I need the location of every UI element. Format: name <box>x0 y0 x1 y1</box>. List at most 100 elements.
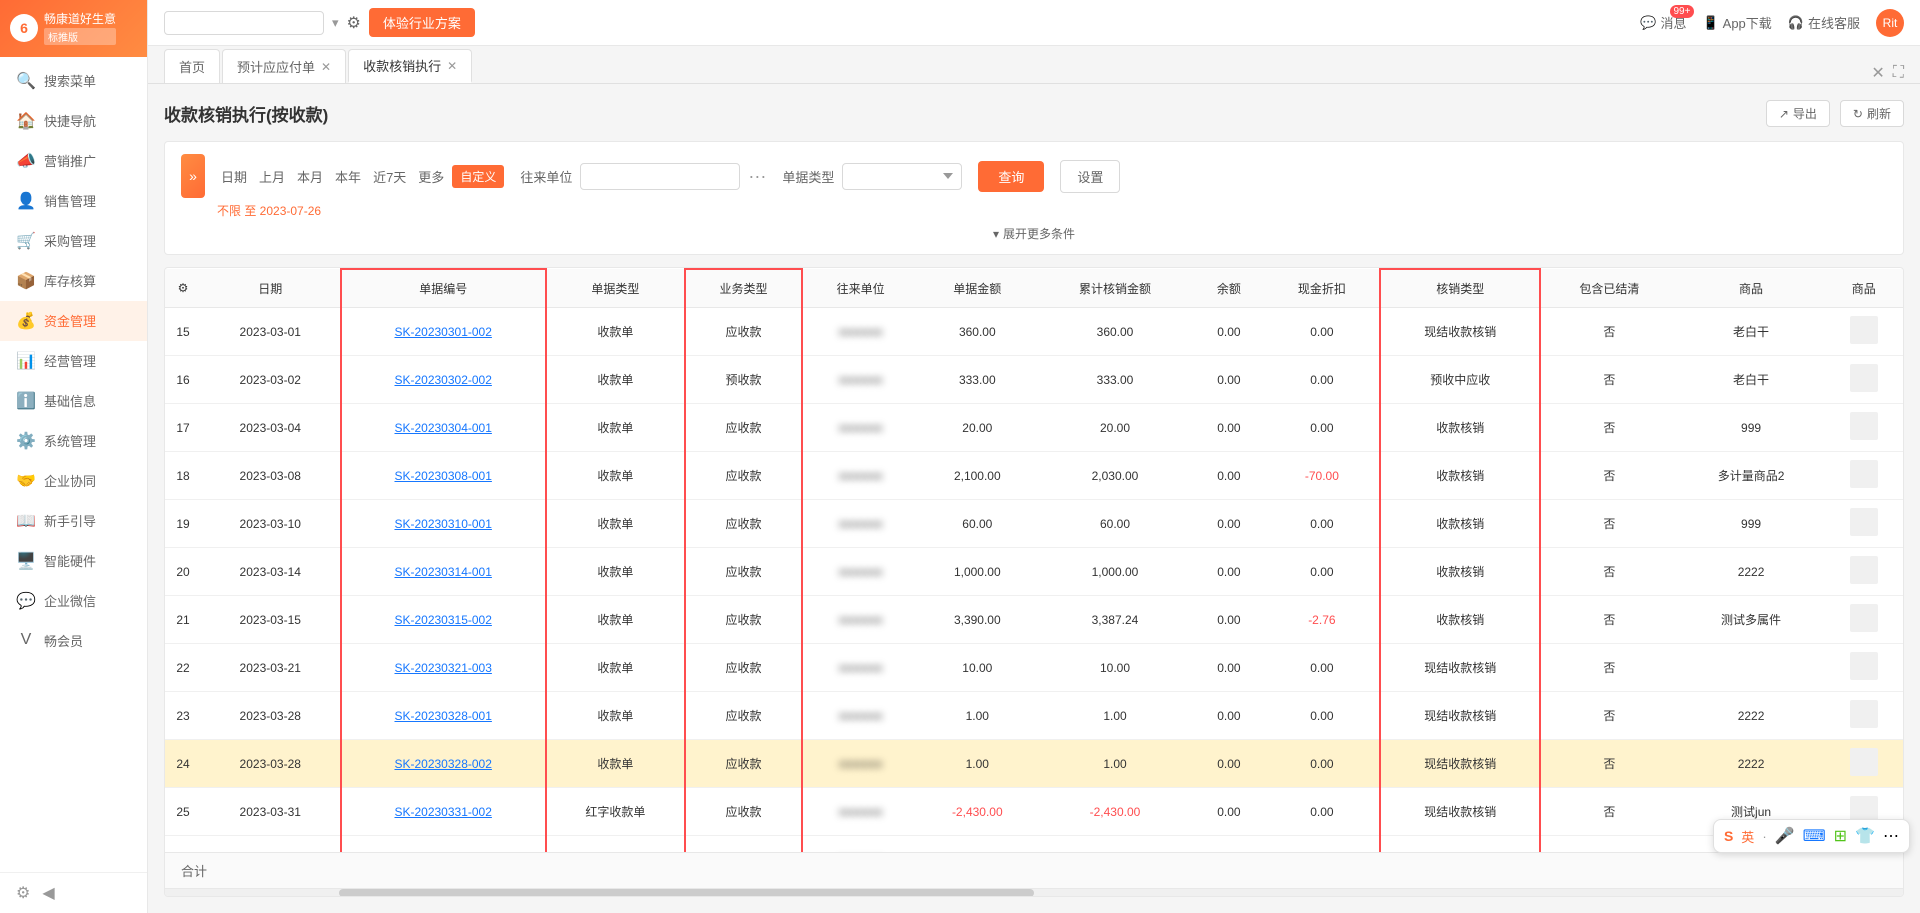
col-gear[interactable]: ⚙ <box>165 269 201 308</box>
topbar-search-input[interactable] <box>164 11 324 35</box>
tab-maximize-icon[interactable]: ⛶ <box>1893 64 1904 82</box>
doc-no-link[interactable]: SK-20230331-002 <box>394 805 491 819</box>
col-balance[interactable]: 余额 <box>1193 269 1264 308</box>
cell-doc-no[interactable]: SK-20230331-002 <box>341 788 546 836</box>
tab-pending[interactable]: 预计应应付单 ✕ <box>222 49 346 83</box>
ime-mic-icon[interactable]: 🎤 <box>1775 826 1795 846</box>
ime-bar: S 英 · 🎤 ⌨ ⊞ 👕 ⋯ <box>1713 819 1910 853</box>
doc-no-link[interactable]: SK-20230314-001 <box>394 565 491 579</box>
doc-no-link[interactable]: SK-20230328-002 <box>394 757 491 771</box>
date-btn-more[interactable]: 更多 <box>414 165 448 188</box>
sidebar-item-finance[interactable]: 💰资金管理 <box>0 301 147 341</box>
user-avatar[interactable]: Rit <box>1876 9 1904 37</box>
doc-no-link[interactable]: SK-20230301-002 <box>394 325 491 339</box>
refresh-button[interactable]: ↻ 刷新 <box>1840 100 1904 127</box>
cell-doc-no[interactable]: SK-20230310-001 <box>341 500 546 548</box>
ime-grid-icon[interactable]: ⊞ <box>1834 826 1847 846</box>
settings-icon[interactable]: ⚙ <box>16 883 30 903</box>
filter-expand-button[interactable]: » <box>181 154 205 198</box>
sidebar-item-quicknav[interactable]: 🏠快捷导航 <box>0 101 147 141</box>
table-wrap[interactable]: ⚙ 日期 单据编号 单据类型 业务类型 往来单位 单据金额 累计核销金额 余额 … <box>165 268 1903 852</box>
tab-receipt-close[interactable]: ✕ <box>447 59 457 73</box>
sidebar-item-purchase[interactable]: 🛒采购管理 <box>0 221 147 261</box>
cell-doc-no[interactable]: SK-20230314-001 <box>341 548 546 596</box>
sidebar-item-operations[interactable]: 📊经营管理 <box>0 341 147 381</box>
query-button[interactable]: 查询 <box>978 161 1044 192</box>
horizontal-scrollbar[interactable] <box>165 888 1903 896</box>
date-btn-custom[interactable]: 自定义 <box>452 165 504 188</box>
col-incl-settled[interactable]: 包含已结清 <box>1540 269 1677 308</box>
col-accum-cancel[interactable]: 累计核销金额 <box>1037 269 1194 308</box>
sidebar-item-enterprise[interactable]: 🤝 企业协同 <box>0 461 147 501</box>
col-goods2[interactable]: 商品 <box>1825 269 1903 308</box>
sidebar-item-sales[interactable]: 👤销售管理 <box>0 181 147 221</box>
sidebar-item-member[interactable]: V畅会员 <box>0 621 147 660</box>
doc-no-link[interactable]: SK-20230315-002 <box>394 613 491 627</box>
doc-no-link[interactable]: SK-20230310-001 <box>394 517 491 531</box>
export-button[interactable]: ↗ 导出 <box>1766 100 1830 127</box>
col-amount[interactable]: 单据金额 <box>918 269 1037 308</box>
date-btn-thismonth[interactable]: 本月 <box>293 165 327 188</box>
topbar-gear-icon[interactable]: ⚙ <box>347 13 361 33</box>
system-icon: ⚙️ <box>16 431 36 451</box>
col-cash-disc[interactable]: 现金折扣 <box>1265 269 1381 308</box>
cell-doc-no[interactable]: SK-20230315-002 <box>341 596 546 644</box>
topbar-app-download[interactable]: 📱 App下载 <box>1702 13 1771 32</box>
sidebar-item-guide[interactable]: 📖新手引导 <box>0 501 147 541</box>
doc-no-link[interactable]: SK-20230328-001 <box>394 709 491 723</box>
sidebar-item-hardware[interactable]: 🖥️智能硬件 <box>0 541 147 581</box>
cell-doc-no[interactable]: SK-20230328-001 <box>341 692 546 740</box>
sidebar-item-basic[interactable]: ℹ️基础信息 <box>0 381 147 421</box>
col-cancel-type[interactable]: 核销类型 <box>1380 269 1540 308</box>
doc-no-link[interactable]: SK-20230304-001 <box>394 421 491 435</box>
filter-dots[interactable]: ··· <box>748 166 766 187</box>
date-btn-thisyear[interactable]: 本年 <box>331 165 365 188</box>
cell-doc-no[interactable]: SK-20230302-002 <box>341 356 546 404</box>
doc-no-link[interactable]: SK-20230302-002 <box>394 373 491 387</box>
expand-more-button[interactable]: ▾ 展开更多条件 <box>993 225 1075 242</box>
sidebar-item-wechat[interactable]: 💬企业微信 <box>0 581 147 621</box>
sidebar-item-marketing[interactable]: 📣营销推广 <box>0 141 147 181</box>
topbar-online-service[interactable]: 🎧 在线客服 <box>1788 13 1860 32</box>
cell-no: 25 <box>165 788 201 836</box>
collapse-icon[interactable]: ◀ <box>42 883 54 903</box>
col-doc-no[interactable]: 单据编号 <box>341 269 546 308</box>
col-doc-type[interactable]: 单据类型 <box>546 269 685 308</box>
date-btn-lastmonth[interactable]: 上月 <box>255 165 289 188</box>
tab-close-icon[interactable]: ✕ <box>1871 63 1884 83</box>
tab-pending-close[interactable]: ✕ <box>321 60 331 74</box>
sidebar-item-search[interactable]: 🔍搜索菜单 <box>0 61 147 101</box>
scrollbar-thumb[interactable] <box>339 889 1034 897</box>
topbar-dropdown-icon[interactable]: ▾ <box>332 15 339 31</box>
filter-date-section: 日期 上月 本月 本年 近7天 更多 自定义 <box>221 165 504 188</box>
topbar-messages[interactable]: 💬 消息 99+ <box>1640 13 1686 32</box>
cell-doc-no[interactable]: SK-20230403-002 <box>341 836 546 853</box>
doc-no-link[interactable]: SK-20230308-001 <box>394 469 491 483</box>
tab-receipt[interactable]: 收款核销执行 ✕ <box>348 49 472 83</box>
cell-doc-no[interactable]: SK-20230304-001 <box>341 404 546 452</box>
sidebar-item-system[interactable]: ⚙️系统管理 <box>0 421 147 461</box>
date-btn-7days[interactable]: 近7天 <box>369 165 410 188</box>
tab-home[interactable]: 首页 <box>164 49 220 83</box>
doctype-select[interactable] <box>842 163 962 190</box>
enterprise-icon: 🤝 <box>16 471 36 491</box>
setting-button[interactable]: 设置 <box>1060 160 1120 193</box>
ime-more-icon[interactable]: ⋯ <box>1883 826 1899 846</box>
col-partner[interactable]: 往来单位 <box>802 269 918 308</box>
doc-no-link[interactable]: SK-20230321-003 <box>394 661 491 675</box>
cell-doc-no[interactable]: SK-20230328-002 <box>341 740 546 788</box>
solution-button[interactable]: 体验行业方案 <box>369 8 475 37</box>
col-goods[interactable]: 商品 <box>1677 269 1824 308</box>
basic-icon: ℹ️ <box>16 391 36 411</box>
col-date[interactable]: 日期 <box>201 269 341 308</box>
cell-doc-no[interactable]: SK-20230308-001 <box>341 452 546 500</box>
cell-doc-no[interactable]: SK-20230321-003 <box>341 644 546 692</box>
col-biz-type[interactable]: 业务类型 <box>685 269 802 308</box>
ime-shirt-icon[interactable]: 👕 <box>1855 826 1875 846</box>
sidebar-item-label: 企业协同 <box>44 471 96 490</box>
cell-balance: 0.00 <box>1193 596 1264 644</box>
partner-input[interactable] <box>580 163 740 190</box>
sidebar-item-inventory[interactable]: 📦库存核算 <box>0 261 147 301</box>
cell-doc-no[interactable]: SK-20230301-002 <box>341 308 546 356</box>
ime-keyboard-icon[interactable]: ⌨ <box>1803 826 1826 846</box>
